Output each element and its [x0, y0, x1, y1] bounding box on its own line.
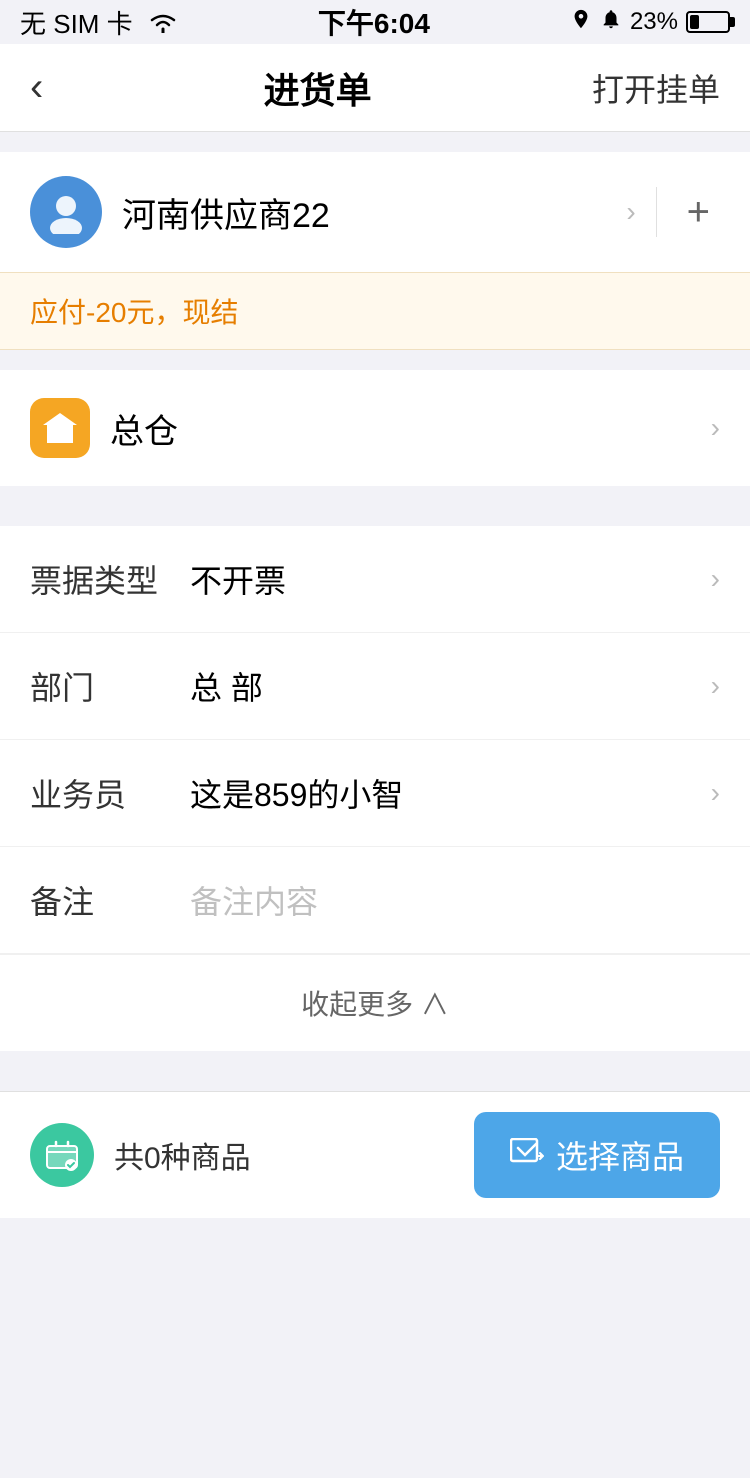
page-background: [0, 1218, 750, 1478]
section-gap-4: [0, 1051, 750, 1071]
salesperson-chevron-icon: ›: [711, 777, 720, 809]
salesperson-value: 这是859的小智: [190, 770, 711, 816]
invoice-type-key: 票据类型: [30, 556, 170, 602]
bottom-bar: 共0种商品 选择商品: [0, 1091, 750, 1218]
remark-row[interactable]: 备注 备注内容: [0, 847, 750, 954]
vertical-divider: [656, 187, 657, 237]
notice-banner: 应付-20元，现结: [0, 272, 750, 350]
remark-value: 备注内容: [190, 877, 720, 923]
select-product-icon: [510, 1137, 544, 1174]
salesperson-row[interactable]: 业务员 这是859的小智 ›: [0, 740, 750, 847]
supplier-actions: › +: [626, 180, 720, 245]
add-supplier-button[interactable]: +: [677, 180, 720, 245]
product-count-text: 共0种商品: [114, 1133, 474, 1177]
back-button[interactable]: ‹: [30, 65, 43, 110]
select-product-label: 选择商品: [556, 1132, 684, 1178]
invoice-type-value: 不开票: [190, 556, 711, 602]
supplier-avatar: [30, 176, 102, 248]
product-icon-wrap: [30, 1123, 94, 1187]
invoice-type-chevron-icon: ›: [711, 563, 720, 595]
collapse-label: 收起更多 ∧: [301, 983, 449, 1023]
section-gap-1: [0, 132, 750, 152]
page-title: 进货单: [264, 62, 372, 114]
warehouse-chevron-icon: ›: [711, 412, 720, 444]
form-section: 票据类型 不开票 › 部门 总 部 › 业务员 这是859的小智 › 备注 备注…: [0, 526, 750, 1051]
section-gap-2: [0, 350, 750, 370]
supplier-chevron-icon: ›: [626, 196, 635, 228]
status-time: 下午6:04: [318, 2, 430, 42]
battery-percent: 23%: [630, 8, 678, 36]
section-gap-3: [0, 486, 750, 506]
status-left: 无 SIM 卡: [20, 4, 178, 41]
invoice-type-row[interactable]: 票据类型 不开票 ›: [0, 526, 750, 633]
status-right: 23%: [570, 8, 730, 37]
department-row[interactable]: 部门 总 部 ›: [0, 633, 750, 740]
warehouse-section: 总仓 ›: [0, 370, 750, 486]
remark-key: 备注: [30, 877, 170, 923]
alarm-icon: [600, 8, 622, 37]
select-product-button[interactable]: 选择商品: [474, 1112, 720, 1198]
supplier-row[interactable]: 河南供应商22 › +: [0, 152, 750, 272]
collapse-button[interactable]: 收起更多 ∧: [0, 954, 750, 1051]
nav-bar: ‹ 进货单 打开挂单: [0, 44, 750, 132]
wifi-icon: [148, 9, 178, 39]
warehouse-label: 总仓: [110, 404, 711, 453]
warehouse-icon-wrap: [30, 398, 90, 458]
salesperson-key: 业务员: [30, 770, 170, 816]
status-bar: 无 SIM 卡 下午6:04 23%: [0, 0, 750, 44]
supplier-section: 河南供应商22 › + 应付-20元，现结: [0, 152, 750, 350]
department-value: 总 部: [190, 663, 711, 709]
location-icon: [570, 8, 592, 37]
sim-label: 无 SIM 卡: [20, 9, 133, 39]
battery-icon: [686, 11, 730, 33]
department-key: 部门: [30, 663, 170, 709]
warehouse-row[interactable]: 总仓 ›: [0, 370, 750, 486]
open-pending-button[interactable]: 打开挂单: [592, 65, 720, 111]
supplier-name: 河南供应商22: [122, 188, 626, 237]
department-chevron-icon: ›: [711, 670, 720, 702]
